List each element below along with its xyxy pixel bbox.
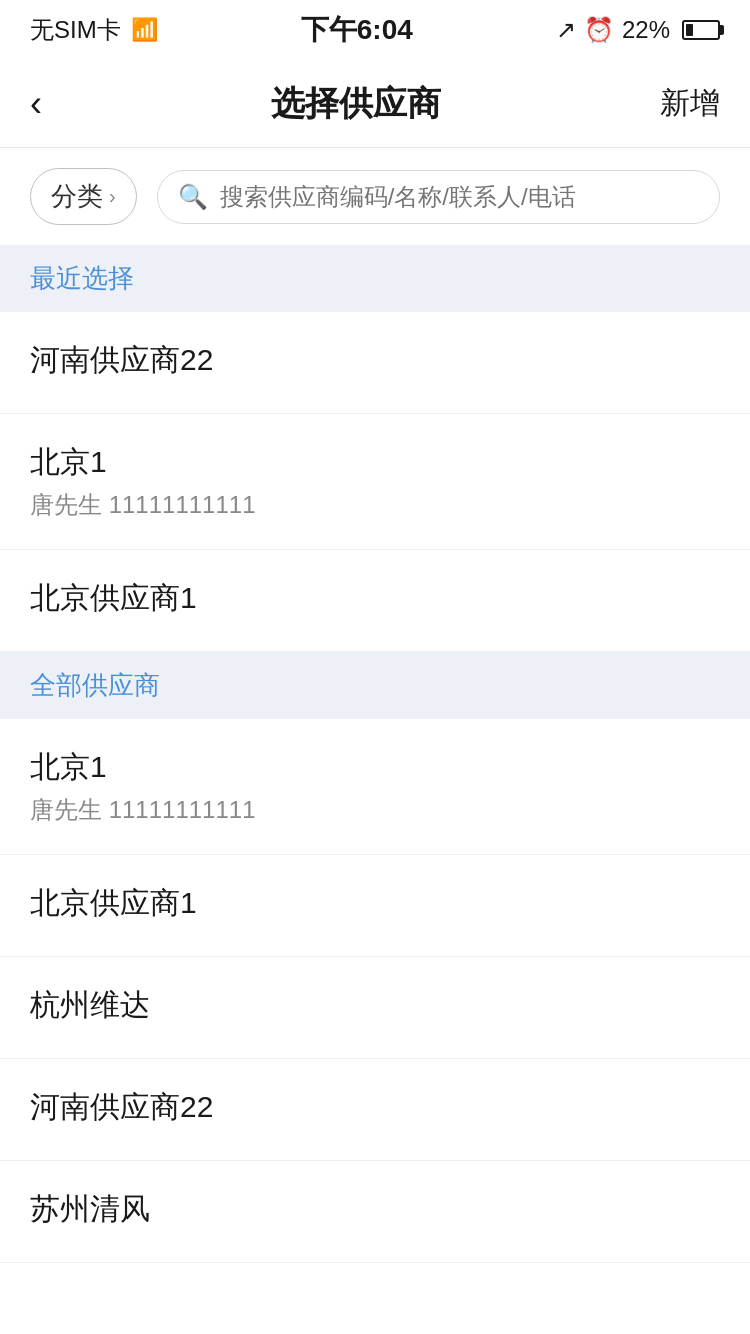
recent-list-item[interactable]: 北京供应商1 (0, 550, 750, 652)
all-section-header: 全部供应商 (0, 652, 750, 719)
status-time: 下午6:04 (301, 11, 413, 49)
page-title: 选择供应商 (271, 81, 441, 127)
search-icon: 🔍 (178, 183, 208, 211)
item-name: 河南供应商22 (30, 1087, 720, 1128)
recent-list: 河南供应商22 北京1 唐先生 11111111111 北京供应商1 (0, 312, 750, 652)
recent-list-item[interactable]: 北京1 唐先生 11111111111 (0, 414, 750, 550)
battery-percent: 22% (622, 16, 670, 44)
item-name: 北京1 (30, 747, 720, 788)
item-name: 北京供应商1 (30, 883, 720, 924)
location-icon: ↗ (556, 16, 576, 44)
all-list: 北京1 唐先生 11111111111 北京供应商1 杭州维达河南供应商22 苏州清风 (0, 719, 750, 1263)
status-left: 无SIM卡 📶 (30, 14, 158, 46)
recent-section-title: 最近选择 (30, 263, 134, 293)
item-sub: 唐先生 11111111111 (30, 489, 720, 521)
item-name: 北京供应商1 (30, 578, 720, 619)
item-name: 杭州维达 (30, 985, 720, 1026)
all-list-item[interactable]: 杭州维达 (0, 957, 750, 1059)
all-section-title: 全部供应商 (30, 670, 160, 700)
back-button[interactable]: ‹ (20, 73, 52, 135)
item-name: 河南供应商22 (30, 340, 720, 381)
filter-bar: 分类 › 🔍 (0, 148, 750, 245)
all-list-item[interactable]: 北京1 唐先生 11111111111 (0, 719, 750, 855)
all-list-item[interactable]: 河南供应商22 (0, 1059, 750, 1161)
recent-section-header: 最近选择 (0, 245, 750, 312)
all-list-item[interactable]: 苏州清风 (0, 1161, 750, 1263)
status-right: ↗ ⏰ 22% (556, 16, 720, 44)
item-name: 苏州清风 (30, 1189, 720, 1230)
search-input[interactable] (220, 183, 699, 211)
status-bar: 无SIM卡 📶 下午6:04 ↗ ⏰ 22% (0, 0, 750, 60)
battery-icon (682, 20, 720, 40)
recent-list-item[interactable]: 河南供应商22 (0, 312, 750, 414)
alarm-icon: ⏰ (584, 16, 614, 44)
category-label: 分类 (51, 179, 103, 214)
all-list-item[interactable]: 北京供应商1 (0, 855, 750, 957)
wifi-icon: 📶 (131, 17, 158, 43)
search-box[interactable]: 🔍 (157, 170, 720, 224)
category-button[interactable]: 分类 › (30, 168, 137, 225)
sim-status: 无SIM卡 (30, 14, 121, 46)
nav-bar: ‹ 选择供应商 新增 (0, 60, 750, 148)
item-sub: 唐先生 11111111111 (30, 794, 720, 826)
item-name: 北京1 (30, 442, 720, 483)
chevron-right-icon: › (109, 185, 116, 208)
add-button[interactable]: 新增 (660, 83, 720, 124)
